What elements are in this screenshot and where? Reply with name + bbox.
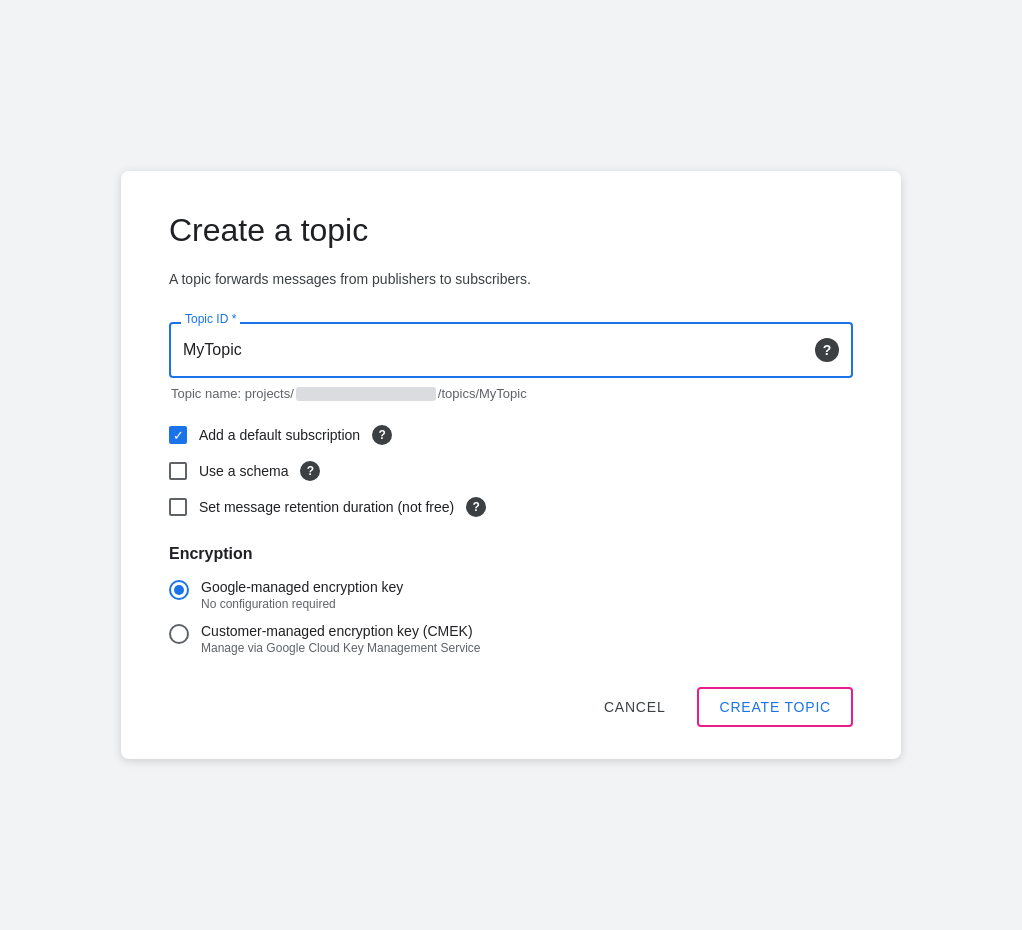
dialog-title: Create a topic	[169, 211, 853, 249]
checkbox-label-message-retention: Set message retention duration (not free…	[199, 499, 454, 515]
radio-label-customer-managed: Customer-managed encryption key (CMEK)	[201, 623, 481, 639]
checkbox-row-message-retention: Set message retention duration (not free…	[169, 497, 853, 517]
default-subscription-help-icon[interactable]: ?	[372, 425, 392, 445]
radio-customer-managed[interactable]	[169, 624, 189, 644]
checkmark-icon: ✓	[173, 429, 184, 442]
checkbox-label-use-schema: Use a schema	[199, 463, 288, 479]
radio-row-google-managed: Google-managed encryption key No configu…	[169, 579, 853, 611]
topic-id-field: Topic ID * ?	[169, 322, 853, 378]
message-retention-help-icon[interactable]: ?	[466, 497, 486, 517]
redacted-project-id	[296, 387, 436, 401]
radio-label-google-managed: Google-managed encryption key	[201, 579, 403, 595]
topic-id-help-icon[interactable]: ?	[815, 338, 839, 362]
topic-name-hint: Topic name: projects//topics/MyTopic	[171, 386, 853, 402]
checkbox-message-retention[interactable]	[169, 498, 187, 516]
topic-id-label: Topic ID *	[181, 312, 240, 326]
radio-row-customer-managed: Customer-managed encryption key (CMEK) M…	[169, 623, 853, 655]
checkbox-row-use-schema: Use a schema ?	[169, 461, 853, 481]
encryption-title: Encryption	[169, 545, 853, 563]
checkbox-default-subscription[interactable]: ✓	[169, 426, 187, 444]
create-topic-dialog: Create a topic A topic forwards messages…	[121, 171, 901, 760]
radio-sublabel-customer-managed: Manage via Google Cloud Key Management S…	[201, 641, 481, 655]
checkbox-label-default-subscription: Add a default subscription	[199, 427, 360, 443]
topic-id-input[interactable]	[183, 341, 815, 359]
options-section: ✓ Add a default subscription ? Use a sch…	[169, 425, 853, 517]
radio-inner-dot	[174, 585, 184, 595]
cancel-button[interactable]: CANCEL	[580, 689, 690, 725]
checkbox-use-schema[interactable]	[169, 462, 187, 480]
radio-google-managed[interactable]	[169, 580, 189, 600]
create-topic-button[interactable]: CREATE TOPIC	[697, 687, 853, 727]
encryption-section: Encryption Google-managed encryption key…	[169, 545, 853, 655]
radio-content-customer-managed: Customer-managed encryption key (CMEK) M…	[201, 623, 481, 655]
use-schema-help-icon[interactable]: ?	[300, 461, 320, 481]
dialog-description: A topic forwards messages from publisher…	[169, 269, 853, 290]
checkbox-row-default-subscription: ✓ Add a default subscription ?	[169, 425, 853, 445]
radio-sublabel-google-managed: No configuration required	[201, 597, 403, 611]
radio-content-google-managed: Google-managed encryption key No configu…	[201, 579, 403, 611]
dialog-actions: CANCEL CREATE TOPIC	[169, 687, 853, 727]
topic-id-input-wrapper: ?	[169, 322, 853, 378]
